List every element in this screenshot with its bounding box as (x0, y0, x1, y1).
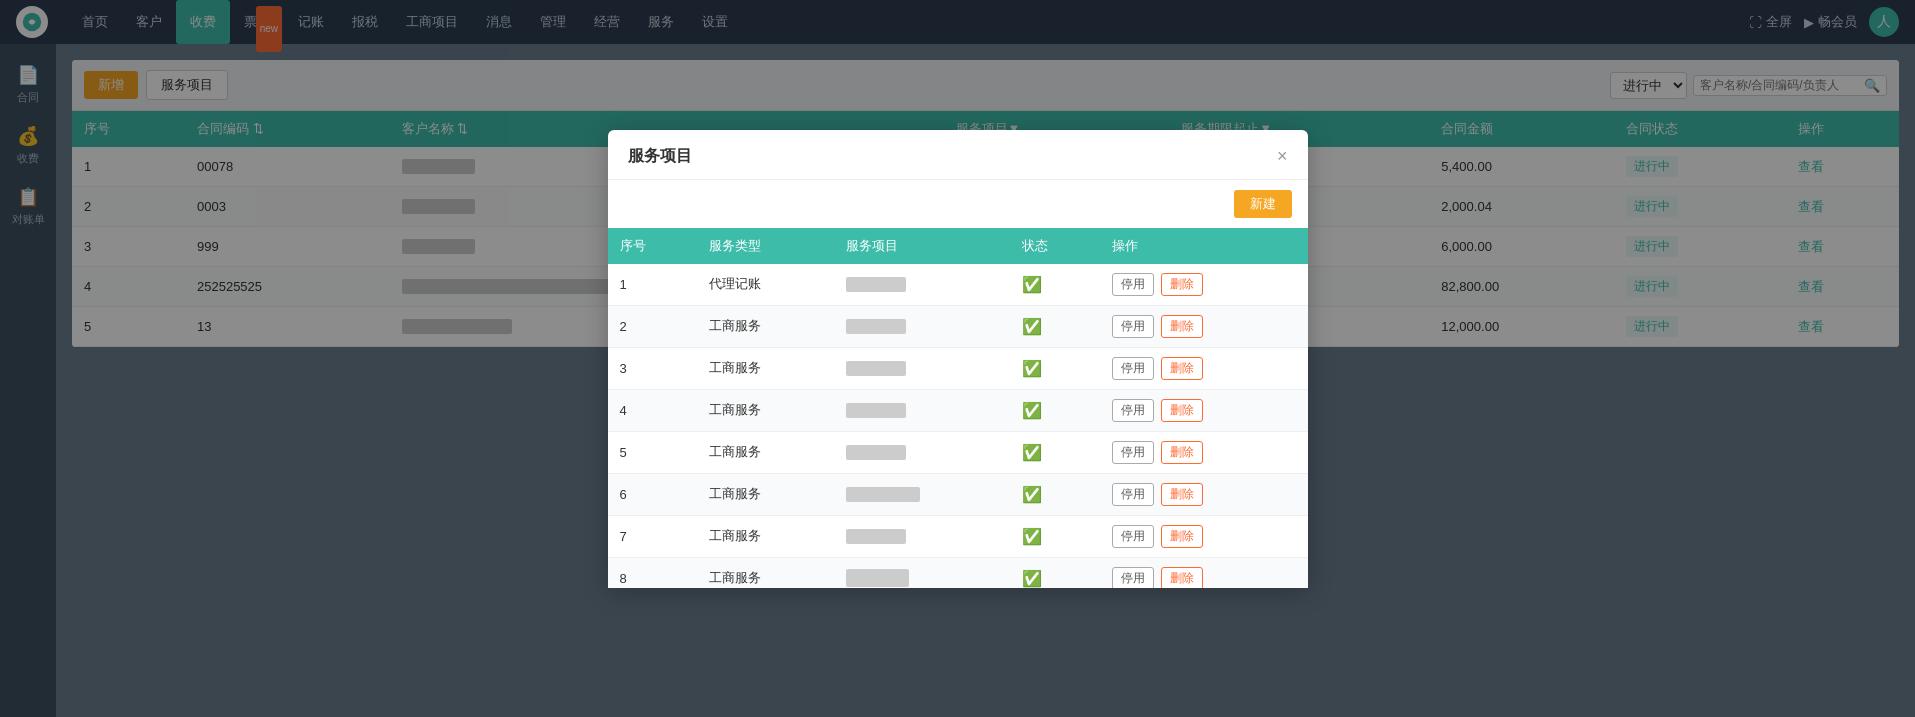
modal-col-type: 服务类型 (697, 228, 834, 264)
modal-row-item: ████1 (834, 264, 1010, 306)
modal-close-button[interactable]: × (1277, 147, 1288, 165)
modal-row-status: ✅ (1010, 515, 1100, 557)
delete-button[interactable]: 删除 (1161, 525, 1203, 548)
delete-button[interactable]: 删除 (1161, 483, 1203, 506)
modal-title: 服务项目 (628, 146, 692, 167)
modal-header: 服务项目 × (608, 130, 1308, 180)
new-service-button[interactable]: 新建 (1234, 190, 1292, 218)
modal-row-actions: 停用 删除 (1100, 347, 1308, 389)
modal-table-row: 5 工商服务 ████ ✅ 停用 删除 (608, 431, 1308, 473)
stop-button[interactable]: 停用 (1112, 315, 1154, 338)
stop-button[interactable]: 停用 (1112, 399, 1154, 422)
modal-row-type: 工商服务 (697, 515, 834, 557)
modal-table-body: 1 代理记账 ████1 ✅ 停用 删除 2 工商服务 ████ ✅ (608, 264, 1308, 588)
modal-row-seq: 1 (608, 264, 698, 306)
modal-row-seq: 4 (608, 389, 698, 431)
modal-row-actions: 停用 删除 (1100, 557, 1308, 588)
check-icon: ✅ (1022, 276, 1042, 293)
modal-row-actions: 停用 删除 (1100, 305, 1308, 347)
modal-row-seq: 2 (608, 305, 698, 347)
modal-row-status: ✅ (1010, 557, 1100, 588)
modal-row-type: 代理记账 (697, 264, 834, 306)
check-icon: ✅ (1022, 444, 1042, 461)
modal-row-seq: 3 (608, 347, 698, 389)
modal-row-type: 工商服务 (697, 389, 834, 431)
modal-row-status: ✅ (1010, 389, 1100, 431)
modal-row-item: ████注册 (834, 557, 1010, 588)
check-icon: ✅ (1022, 318, 1042, 335)
modal-row-item: ████ (834, 515, 1010, 557)
modal-table-row: 7 工商服务 ████ ✅ 停用 删除 (608, 515, 1308, 557)
modal-row-status: ✅ (1010, 431, 1100, 473)
modal-row-seq: 8 (608, 557, 698, 588)
modal-table-row: 4 工商服务 ████ ✅ 停用 删除 (608, 389, 1308, 431)
modal-col-item: 服务项目 (834, 228, 1010, 264)
modal-col-action: 操作 (1100, 228, 1308, 264)
delete-button[interactable]: 删除 (1161, 567, 1203, 588)
modal-row-status: ✅ (1010, 264, 1100, 306)
delete-button[interactable]: 删除 (1161, 273, 1203, 296)
delete-button[interactable]: 删除 (1161, 315, 1203, 338)
modal-col-status: 状态 (1010, 228, 1100, 264)
modal-row-item: ████ (834, 347, 1010, 389)
modal-row-status: ✅ (1010, 473, 1100, 515)
modal-row-item: ████████ (834, 473, 1010, 515)
modal-row-seq: 6 (608, 473, 698, 515)
delete-button[interactable]: 删除 (1161, 441, 1203, 464)
modal-body: 序号 服务类型 服务项目 状态 操作 1 代理记账 ████1 ✅ 停用 (608, 228, 1308, 588)
modal-row-actions: 停用 删除 (1100, 431, 1308, 473)
check-icon: ✅ (1022, 570, 1042, 587)
modal-table-row: 1 代理记账 ████1 ✅ 停用 删除 (608, 264, 1308, 306)
service-item-modal: 服务项目 × 新建 序号 服务类型 服务项目 状态 操作 (608, 130, 1308, 588)
modal-row-item: ████ (834, 431, 1010, 473)
stop-button[interactable]: 停用 (1112, 483, 1154, 506)
modal-overlay: 服务项目 × 新建 序号 服务类型 服务项目 状态 操作 (0, 0, 1915, 717)
modal-row-item: ████ (834, 305, 1010, 347)
delete-button[interactable]: 删除 (1161, 399, 1203, 422)
modal-row-type: 工商服务 (697, 473, 834, 515)
stop-button[interactable]: 停用 (1112, 525, 1154, 548)
delete-button[interactable]: 删除 (1161, 357, 1203, 380)
service-item-table: 序号 服务类型 服务项目 状态 操作 1 代理记账 ████1 ✅ 停用 (608, 228, 1308, 588)
modal-row-seq: 5 (608, 431, 698, 473)
modal-table-row: 6 工商服务 ████████ ✅ 停用 删除 (608, 473, 1308, 515)
check-icon: ✅ (1022, 528, 1042, 545)
modal-row-actions: 停用 删除 (1100, 473, 1308, 515)
modal-table-row: 8 工商服务 ████注册 ✅ 停用 删除 (608, 557, 1308, 588)
modal-row-seq: 7 (608, 515, 698, 557)
stop-button[interactable]: 停用 (1112, 357, 1154, 380)
modal-row-status: ✅ (1010, 305, 1100, 347)
stop-button[interactable]: 停用 (1112, 441, 1154, 464)
modal-toolbar: 新建 (608, 180, 1308, 228)
check-icon: ✅ (1022, 360, 1042, 377)
modal-row-item: ████ (834, 389, 1010, 431)
modal-table-row: 3 工商服务 ████ ✅ 停用 删除 (608, 347, 1308, 389)
stop-button[interactable]: 停用 (1112, 273, 1154, 296)
modal-row-type: 工商服务 (697, 557, 834, 588)
modal-table-row: 2 工商服务 ████ ✅ 停用 删除 (608, 305, 1308, 347)
check-icon: ✅ (1022, 402, 1042, 419)
modal-row-actions: 停用 删除 (1100, 515, 1308, 557)
stop-button[interactable]: 停用 (1112, 567, 1154, 588)
modal-row-actions: 停用 删除 (1100, 264, 1308, 306)
modal-row-type: 工商服务 (697, 347, 834, 389)
modal-col-seq: 序号 (608, 228, 698, 264)
modal-row-type: 工商服务 (697, 431, 834, 473)
modal-row-type: 工商服务 (697, 305, 834, 347)
modal-row-actions: 停用 删除 (1100, 389, 1308, 431)
modal-row-status: ✅ (1010, 347, 1100, 389)
check-icon: ✅ (1022, 486, 1042, 503)
modal-table-header: 序号 服务类型 服务项目 状态 操作 (608, 228, 1308, 264)
